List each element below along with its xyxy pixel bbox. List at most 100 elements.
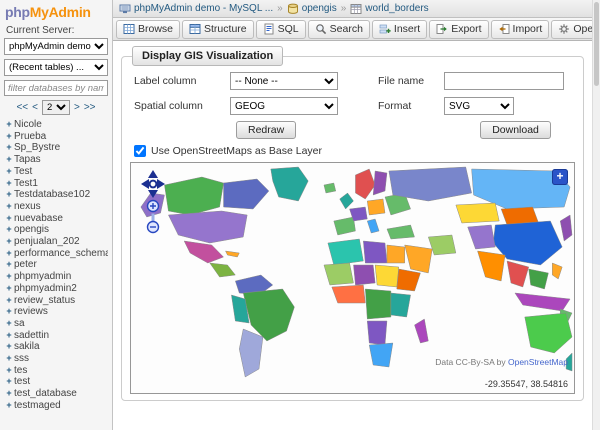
database-item[interactable]: +peter <box>4 259 108 271</box>
database-item[interactable]: +sss <box>4 353 108 365</box>
osm-checkbox[interactable] <box>134 145 146 157</box>
database-item[interactable]: +review_status <box>4 295 108 307</box>
format-select[interactable]: SVG <box>444 97 514 115</box>
tab-export[interactable]: Export <box>429 20 488 39</box>
gis-buttons: Redraw Download <box>130 121 575 139</box>
database-item[interactable]: +Nicole <box>4 119 108 131</box>
gis-form: Label column -- None -- File name Spatia… <box>134 72 575 115</box>
expand-icon[interactable]: + <box>4 365 14 377</box>
database-item[interactable]: +reviews <box>4 306 108 318</box>
expand-icon[interactable]: + <box>4 341 14 353</box>
tab-structure[interactable]: Structure <box>182 20 254 39</box>
expand-icon[interactable]: + <box>4 178 14 190</box>
database-item[interactable]: +penjualan_202 <box>4 236 108 248</box>
label-column-select[interactable]: -- None -- <box>230 72 338 90</box>
expand-icon[interactable]: + <box>4 259 14 271</box>
expand-icon[interactable]: + <box>4 295 14 307</box>
redraw-button[interactable]: Redraw <box>236 121 296 139</box>
last-page-link[interactable]: >> <box>84 102 96 113</box>
database-item[interactable]: +Prueba <box>4 131 108 143</box>
expand-icon[interactable]: + <box>4 318 14 330</box>
expand-icon[interactable]: + <box>4 166 14 178</box>
expand-icon[interactable]: + <box>4 248 14 260</box>
table-icon <box>350 3 362 15</box>
breadcrumb-server[interactable]: phpMyAdmin demo - MySQL ... <box>119 3 273 15</box>
tab-sql[interactable]: SQL <box>256 20 306 39</box>
tab-search[interactable]: Search <box>308 20 370 39</box>
database-item[interactable]: +Sp_Bystre <box>4 142 108 154</box>
main-area: phpMyAdmin demo - MySQL ... » opengis » … <box>113 0 592 430</box>
expand-icon[interactable]: + <box>4 388 14 400</box>
phpmyadmin-logo[interactable]: phpMyAdmin <box>5 4 108 20</box>
database-item[interactable]: +performance_schema <box>4 248 108 260</box>
content-area: Display GIS Visualization Label column -… <box>113 41 592 430</box>
page-scrollbar[interactable] <box>592 0 600 430</box>
logo-myadmin-text: MyAdmin <box>30 4 91 20</box>
database-item[interactable]: +testmaged <box>4 400 108 412</box>
database-item[interactable]: +sa <box>4 318 108 330</box>
first-page-link[interactable]: << <box>16 102 28 113</box>
mouse-position-coordinates: -29.35547, 38.54816 <box>485 379 568 389</box>
database-item[interactable]: +test_database <box>4 388 108 400</box>
page-select[interactable]: 2 <box>42 100 70 115</box>
database-item[interactable]: +nexus <box>4 201 108 213</box>
database-filter-input[interactable] <box>4 80 108 96</box>
database-item[interactable]: +sakila <box>4 341 108 353</box>
expand-icon[interactable]: + <box>4 154 14 166</box>
database-item[interactable]: +nuevabase <box>4 213 108 225</box>
expand-icon[interactable]: + <box>4 353 14 365</box>
osm-checkbox-label: Use OpenStreetMaps as Base Layer <box>151 145 322 157</box>
map-attribution: Data CC-By-SA by OpenStreetMap <box>435 357 568 367</box>
breadcrumb-table[interactable]: world_borders <box>350 3 428 15</box>
database-item[interactable]: +tes <box>4 365 108 377</box>
database-item[interactable]: +phpmyadmin2 <box>4 283 108 295</box>
expand-icon[interactable]: + <box>4 189 14 201</box>
expand-icon[interactable]: + <box>4 131 14 143</box>
expand-icon[interactable]: + <box>4 201 14 213</box>
database-item[interactable]: +opengis <box>4 224 108 236</box>
server-icon <box>119 3 131 15</box>
expand-icon[interactable]: + <box>4 400 14 412</box>
navigation-sidebar: phpMyAdmin Current Server: phpMyAdmin de… <box>0 0 113 430</box>
database-pagination: << < 2 > >> <box>4 100 108 115</box>
expand-icon[interactable]: + <box>4 271 14 283</box>
expand-icon[interactable]: + <box>4 142 14 154</box>
tab-import[interactable]: Import <box>491 20 550 39</box>
database-item[interactable]: +test <box>4 376 108 388</box>
tab-insert[interactable]: Insert <box>372 20 427 39</box>
database-item[interactable]: +phpmyadmin <box>4 271 108 283</box>
prev-page-link[interactable]: < <box>32 102 38 113</box>
expand-icon[interactable]: + <box>4 236 14 248</box>
server-select[interactable]: phpMyAdmin demo - My <box>4 38 108 55</box>
recent-tables-select[interactable]: (Recent tables) ... <box>4 59 108 76</box>
structure-icon <box>189 23 201 35</box>
next-page-link[interactable]: > <box>74 102 80 113</box>
scrollbar-thumb[interactable] <box>594 2 599 86</box>
expand-icon[interactable]: + <box>4 306 14 318</box>
label-column-label: Label column <box>134 75 222 87</box>
database-item[interactable]: +Test1 <box>4 178 108 190</box>
expand-icon[interactable]: + <box>4 283 14 295</box>
breadcrumb-separator: » <box>277 3 283 14</box>
expand-icon[interactable]: + <box>4 376 14 388</box>
download-button[interactable]: Download <box>480 121 551 139</box>
database-item[interactable]: +Tapas <box>4 154 108 166</box>
layer-switcher-button[interactable]: + <box>552 169 568 185</box>
file-name-input[interactable] <box>444 72 564 90</box>
pan-zoom-control[interactable] <box>140 170 166 237</box>
expand-icon[interactable]: + <box>4 224 14 236</box>
database-item[interactable]: +sadettin <box>4 330 108 342</box>
tab-browse[interactable]: Browse <box>116 20 180 39</box>
expand-icon[interactable]: + <box>4 213 14 225</box>
expand-icon[interactable]: + <box>4 330 14 342</box>
gis-panel: Display GIS Visualization Label column -… <box>121 46 584 401</box>
breadcrumb-database[interactable]: opengis <box>287 3 337 15</box>
database-item[interactable]: +Test <box>4 166 108 178</box>
spatial-column-select[interactable]: GEOG <box>230 97 338 115</box>
openstreetmap-link[interactable]: OpenStreetMap <box>508 357 568 367</box>
expand-icon[interactable]: + <box>4 119 14 131</box>
gear-icon <box>558 23 570 35</box>
database-item[interactable]: +Testdatabase102 <box>4 189 108 201</box>
export-icon <box>436 23 448 35</box>
map-container[interactable]: + Data CC-By-SA by OpenStreetMap -29.355… <box>130 162 575 394</box>
